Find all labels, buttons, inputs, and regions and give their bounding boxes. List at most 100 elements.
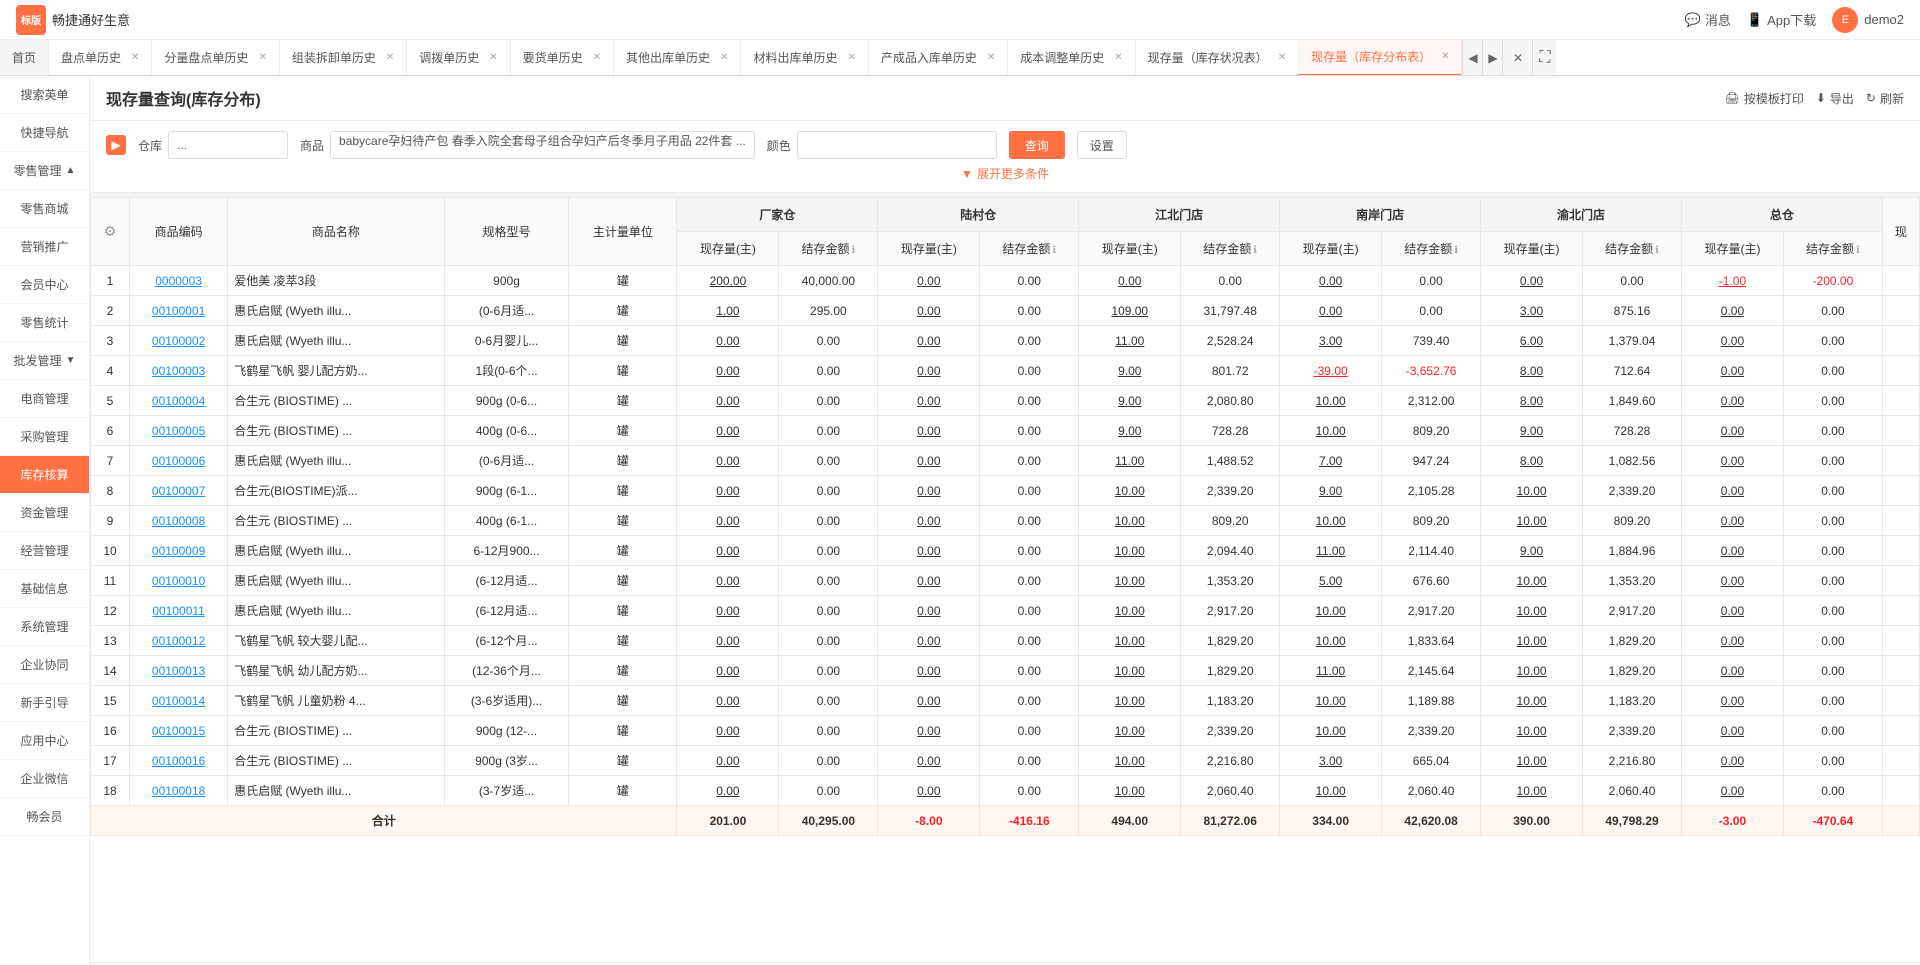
refresh-btn[interactable]: ↻ 刷新 [1866,90,1904,107]
close-ccrk-icon[interactable]: ✕ [987,52,995,63]
cell-total-stock: 0.00 [1681,356,1783,386]
user-area[interactable]: E demo2 [1832,7,1904,33]
cell-now [1882,776,1919,806]
lc-amount-info-icon[interactable]: ℹ [1052,245,1056,256]
total-amount-info-icon[interactable]: ℹ [1856,245,1860,256]
retail-arrow-icon: ▲ [66,165,76,176]
cell-yb-stock: 8.00 [1481,386,1583,416]
settings-button[interactable]: 设置 [1077,131,1127,159]
sidebar-item-basic[interactable]: 基础信息 [0,570,89,608]
cell-spec: 900g (12-... [444,716,569,746]
cell-now [1882,746,1919,776]
nav-close-all-btn[interactable]: ✕ [1502,40,1532,76]
tab-pd[interactable]: 盘点单历史 ✕ [49,40,152,76]
filter-expand-icon[interactable]: ▶ [106,135,126,155]
cell-no: 17 [91,746,130,776]
message-icon: 💬 [1685,12,1701,28]
nav-left-arrow[interactable]: ◀ [1462,40,1482,76]
th-cf-group: 厂家仓 [677,198,878,232]
close-xcl1-icon[interactable]: ✕ [1278,52,1286,63]
sidebar-item-member[interactable]: 会员中心 [0,266,89,304]
sidebar-item-collab[interactable]: 企业协同 [0,646,89,684]
sidebar-item-changyuan[interactable]: 畅会员 [0,798,89,836]
tab-xcl1[interactable]: 现存量（库存状况表） ✕ [1136,40,1299,76]
cell-yb-stock: 10.00 [1481,746,1583,776]
cell-yb-stock: 6.00 [1481,326,1583,356]
cell-total-stock: 0.00 [1681,386,1783,416]
sidebar-item-apps[interactable]: 应用中心 [0,722,89,760]
cell-lc-amount: 0.00 [980,746,1079,776]
sidebar-item-wholesale[interactable]: 批发管理 ▼ [0,342,89,380]
sidebar-item-shop[interactable]: 零售商城 [0,190,89,228]
cell-na-stock: 0.00 [1280,296,1382,326]
cell-no: 16 [91,716,130,746]
sidebar-item-marketing[interactable]: 营销推广 [0,228,89,266]
nav-expand-btn[interactable]: ⛶ [1532,40,1556,76]
close-db-icon[interactable]: ✕ [489,52,497,63]
close-flpd-icon[interactable]: ✕ [258,52,266,63]
close-yh-icon[interactable]: ✕ [593,52,601,63]
sidebar-item-wxwork[interactable]: 企业微信 [0,760,89,798]
th-gear[interactable]: ⚙ [91,198,130,266]
sidebar-item-stats[interactable]: 零售统计 [0,304,89,342]
sidebar-item-search[interactable]: 搜索英单 [0,76,89,114]
close-qtck-icon[interactable]: ✕ [720,52,728,63]
sidebar-item-quicknav[interactable]: 快捷导航 [0,114,89,152]
table-row: 11 00100010 惠氏启赋 (Wyeth illu... (6-12月适.… [91,566,1920,596]
close-cbtz-icon[interactable]: ✕ [1114,52,1122,63]
tab-db[interactable]: 调拨单历史 ✕ [407,40,510,76]
inventory-table: ⚙ 商品编码 商品名称 规格型号 主计量单位 厂家仓 陆村仓 江北门店 南岸门店… [90,197,1920,836]
tab-cbtz[interactable]: 成本调整单历史 ✕ [1008,40,1135,76]
tab-yh[interactable]: 要货单历史 ✕ [511,40,614,76]
cell-jb-stock: 11.00 [1079,326,1181,356]
close-clck-icon[interactable]: ✕ [847,52,855,63]
sidebar-item-finance[interactable]: 资金管理 [0,494,89,532]
cell-code: 00100018 [129,776,227,806]
close-pd-icon[interactable]: ✕ [131,52,139,63]
close-zzcx-icon[interactable]: ✕ [386,52,394,63]
warehouse-filter: 仓库 [138,131,288,159]
sidebar-item-ops[interactable]: 经营管理 [0,532,89,570]
sidebar: 搜索英单 快捷导航 零售管理 ▲ 零售商城 营销推广 会员中心 零售统计 批发管… [0,76,90,965]
sidebar-item-inventory[interactable]: 库存核算 [0,456,89,494]
sidebar-item-guide[interactable]: 新手引导 [0,684,89,722]
sidebar-item-retail[interactable]: 零售管理 ▲ [0,152,89,190]
tab-zzcx[interactable]: 组装拆卸单历史 ✕ [280,40,407,76]
search-button[interactable]: 查询 [1009,131,1065,159]
logo-text: 畅捷通好生意 [52,10,130,29]
jb-amount-info-icon[interactable]: ℹ [1253,245,1257,256]
product-input[interactable]: babycare孕妇待产包 春季入院全套母子组合孕妇产后冬季月子用品 22件套 … [330,131,755,159]
close-xcl2-icon[interactable]: ✕ [1441,51,1449,62]
sidebar-item-purchase[interactable]: 采购管理 [0,418,89,456]
sidebar-item-collab-label: 企业协同 [20,658,68,672]
expand-conditions-btn[interactable]: ▼ 展开更多条件 [961,165,1049,182]
cell-unit: 罐 [569,506,677,536]
tab-xcl2[interactable]: 现存量（库存分布表） ✕ [1299,40,1462,76]
table-container[interactable]: ⚙ 商品编码 商品名称 规格型号 主计量单位 厂家仓 陆村仓 江北门店 南岸门店… [90,197,1920,961]
messages-btn[interactable]: 💬 消息 [1685,10,1731,29]
tab-flpd[interactable]: 分量盘点单历史 ✕ [152,40,279,76]
cell-name: 惠氏启赋 (Wyeth illu... [228,296,444,326]
print-btn[interactable]: 🖨 按模板打印 [1725,90,1804,107]
sidebar-item-system[interactable]: 系统管理 [0,608,89,646]
cell-na-stock: -39.00 [1280,356,1382,386]
export-icon: ⬇ [1816,91,1826,105]
color-input[interactable] [797,131,997,159]
warehouse-input[interactable] [168,131,288,159]
tab-home[interactable]: 首页 [0,40,49,76]
tab-ccrk[interactable]: 产成品入库单历史 ✕ [869,40,1008,76]
export-btn[interactable]: ⬇ 导出 [1816,90,1854,107]
th-jb-group: 江北门店 [1079,198,1280,232]
cell-lc-stock: 0.00 [878,596,980,626]
sidebar-item-changyuan-label: 畅会员 [26,810,62,824]
nav-right-arrow[interactable]: ▶ [1482,40,1502,76]
cell-na-stock: 9.00 [1280,476,1382,506]
sidebar-item-apps-label: 应用中心 [20,734,68,748]
yb-amount-info-icon[interactable]: ℹ [1655,245,1659,256]
cf-amount-info-icon[interactable]: ℹ [851,245,855,256]
app-download-btn[interactable]: 📱 App下载 [1747,10,1816,29]
sidebar-item-ecommerce[interactable]: 电商管理 [0,380,89,418]
na-amount-info-icon[interactable]: ℹ [1454,245,1458,256]
tab-qtck[interactable]: 其他出库单历史 ✕ [614,40,741,76]
tab-clck[interactable]: 材料出库单历史 ✕ [741,40,868,76]
